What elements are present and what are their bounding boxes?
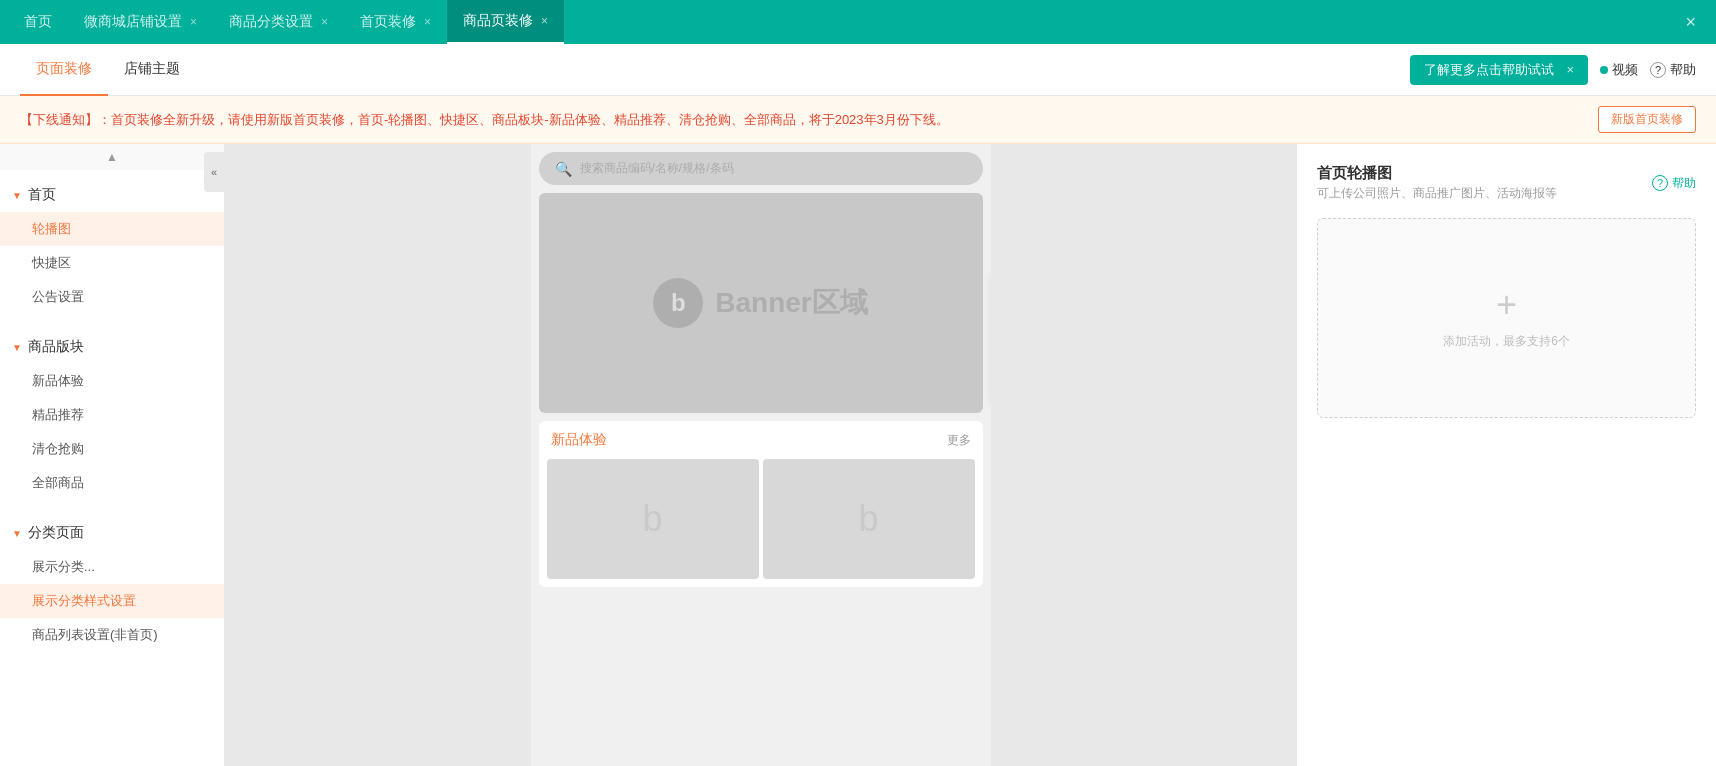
banner-logo-icon: b (653, 278, 703, 328)
right-panel: 首页轮播图 可上传公司照片、商品推广图片、活动海报等 ? 帮助 + 添加活动，最… (1296, 144, 1716, 766)
sidebar-group-products-header[interactable]: ▼ 商品版块 (0, 330, 224, 364)
scroll-up-button[interactable]: ▲ (0, 144, 224, 170)
right-panel-subtitle: 可上传公司照片、商品推广图片、活动海报等 (1317, 185, 1557, 202)
product-icon-2: b (858, 498, 878, 540)
sidebar-item-product-list[interactable]: 商品列表设置(非首页) (0, 618, 224, 652)
sidebar-item-shortcut[interactable]: 快捷区 (0, 246, 224, 280)
sidebar-item-all-products[interactable]: 全部商品 (0, 466, 224, 500)
sidebar-item-clearance[interactable]: 清仓抢购 (0, 432, 224, 466)
right-panel-title: 首页轮播图 (1317, 164, 1557, 183)
sub-tab-page-decor[interactable]: 页面装修 (20, 44, 108, 96)
main-layout: ▲ « ▼ 首页 轮播图 快捷区 公告设置 ▼ 商品版块 (0, 144, 1716, 766)
sub-header-right: 了解更多点击帮助试试 × 视频 ? 帮助 (1410, 55, 1696, 85)
sub-tab-store-theme[interactable]: 店铺主题 (108, 44, 196, 96)
sidebar-item-show-category[interactable]: 展示分类... (0, 550, 224, 584)
window-close-button[interactable]: × (1673, 12, 1708, 33)
tab-home-decor[interactable]: 首页装修 × (344, 0, 447, 44)
help-button[interactable]: ? 帮助 (1650, 61, 1696, 79)
banner-text: Banner区域 (715, 284, 867, 322)
banner-area: b Banner区域 (539, 193, 983, 413)
banner-logo: b Banner区域 (653, 278, 867, 328)
arrow-icon-category: ▼ (12, 528, 22, 539)
products-header: 新品体验 更多 (539, 421, 983, 459)
sidebar-item-new-experience[interactable]: 新品体验 (0, 364, 224, 398)
phone-search-bar[interactable]: 🔍 搜索商品编码/名称/规格/条码 (539, 152, 983, 185)
products-grid: b b (539, 459, 983, 587)
tab-close-home-decor[interactable]: × (424, 15, 431, 29)
question-circle-icon: ? (1652, 175, 1668, 191)
upload-hint: 添加活动，最多支持6个 (1443, 333, 1570, 350)
upload-area[interactable]: + 添加活动，最多支持6个 (1317, 218, 1696, 418)
video-dot (1600, 66, 1608, 74)
products-section: 新品体验 更多 b b (539, 421, 983, 587)
help-banner[interactable]: 了解更多点击帮助试试 × (1410, 55, 1588, 85)
help-banner-close[interactable]: × (1566, 62, 1574, 77)
sidebar-collapse-button[interactable]: « (204, 152, 224, 192)
tab-close-product-decor[interactable]: × (541, 14, 548, 28)
sidebar-group-home: ▼ 首页 轮播图 快捷区 公告设置 (0, 170, 224, 322)
right-panel-title-block: 首页轮播图 可上传公司照片、商品推广图片、活动海报等 (1317, 164, 1557, 202)
notice-text: 【下线通知】：首页装修全新升级，请使用新版首页装修，首页-轮播图、快捷区、商品板… (20, 111, 1586, 129)
sidebar-group-home-header[interactable]: ▼ 首页 (0, 178, 224, 212)
tab-close-product-category[interactable]: × (321, 15, 328, 29)
center-preview: 🔍 搜索商品编码/名称/规格/条码 b Banner区域 (225, 144, 1296, 766)
arrow-icon: ▼ (12, 190, 22, 201)
product-card-2: b (763, 459, 975, 579)
right-panel-header: 首页轮播图 可上传公司照片、商品推广图片、活动海报等 ? 帮助 (1317, 164, 1696, 202)
tab-store-settings[interactable]: 微商城店铺设置 × (68, 0, 213, 44)
tab-product-decor[interactable]: 商品页装修 × (447, 0, 564, 44)
search-icon: 🔍 (555, 161, 572, 177)
sidebar-item-category-style[interactable]: 展示分类样式设置 (0, 584, 224, 618)
product-icon-1: b (642, 498, 662, 540)
tab-home[interactable]: 首页 (8, 0, 68, 44)
sidebar-group-category-header[interactable]: ▼ 分类页面 (0, 516, 224, 550)
help-banner-text: 了解更多点击帮助试试 (1424, 61, 1554, 79)
sidebar: ▲ « ▼ 首页 轮播图 快捷区 公告设置 ▼ 商品版块 (0, 144, 225, 766)
tab-close-store-settings[interactable]: × (190, 15, 197, 29)
sidebar-item-notice-setting[interactable]: 公告设置 (0, 280, 224, 314)
products-title: 新品体验 (551, 431, 607, 449)
question-icon: ? (1650, 62, 1666, 78)
sidebar-item-featured[interactable]: 精品推荐 (0, 398, 224, 432)
product-card-1: b (547, 459, 759, 579)
video-button[interactable]: 视频 (1600, 61, 1638, 79)
sidebar-item-banner[interactable]: 轮播图 (0, 212, 224, 246)
sub-header: 页面装修 店铺主题 了解更多点击帮助试试 × 视频 ? 帮助 (0, 44, 1716, 96)
notice-bar: 【下线通知】：首页装修全新升级，请使用新版首页装修，首页-轮播图、快捷区、商品板… (0, 96, 1716, 144)
right-panel-help-button[interactable]: ? 帮助 (1652, 175, 1696, 192)
arrow-icon-products: ▼ (12, 342, 22, 353)
sidebar-group-category: ▼ 分类页面 展示分类... 展示分类样式设置 商品列表设置(非首页) (0, 508, 224, 660)
products-more: 更多 (947, 432, 971, 449)
preview-phone: 🔍 搜索商品编码/名称/规格/条码 b Banner区域 (531, 144, 991, 766)
new-version-button[interactable]: 新版首页装修 (1598, 106, 1696, 133)
sidebar-group-products: ▼ 商品版块 新品体验 精品推荐 清仓抢购 全部商品 (0, 322, 224, 508)
top-tab-bar: 首页 微商城店铺设置 × 商品分类设置 × 首页装修 × 商品页装修 × × (0, 0, 1716, 44)
plus-icon: + (1496, 287, 1517, 323)
tab-product-category[interactable]: 商品分类设置 × (213, 0, 344, 44)
